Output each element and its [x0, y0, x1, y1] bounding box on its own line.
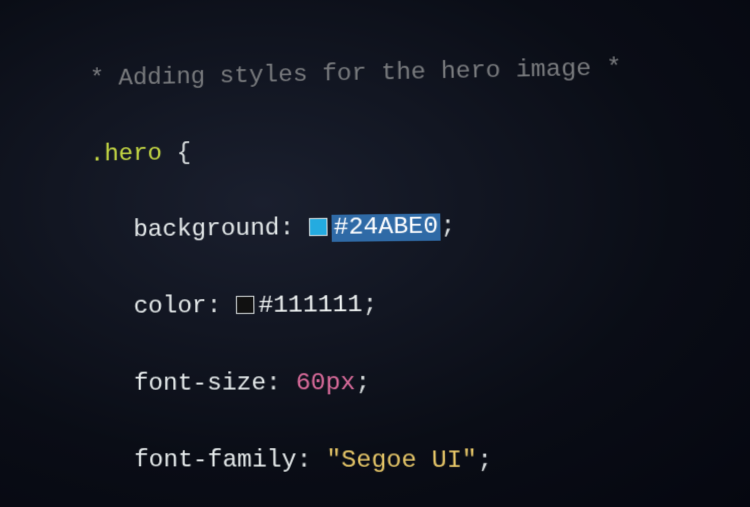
css-unit: px	[325, 369, 355, 396]
code-line-color: color: #111111;	[90, 283, 750, 327]
code-line-fontsize: font-size: 60px;	[90, 363, 750, 404]
css-number: 60	[296, 370, 326, 397]
code-line-selector: .hero {	[90, 126, 750, 175]
color-swatch-icon	[236, 296, 255, 314]
css-prop-fontsize: font-size	[134, 370, 266, 398]
css-selector-hero: .hero	[90, 141, 162, 169]
css-string: "Segoe UI"	[326, 448, 477, 476]
code-line-comment: * Adding styles for the hero image *	[90, 47, 750, 99]
semicolon: ;	[440, 213, 455, 240]
code-line-fontfamily: font-family: "Segoe UI";	[90, 442, 750, 483]
colon: :	[207, 293, 222, 320]
brace-open: {	[177, 140, 192, 167]
code-line-background: background: #24ABE0;	[90, 204, 750, 251]
colon: :	[279, 215, 294, 242]
semicolon: ;	[477, 448, 493, 476]
css-prop-fontfamily: font-family	[134, 447, 297, 475]
color-swatch-icon	[309, 218, 328, 236]
colon: :	[296, 448, 311, 476]
semicolon: ;	[362, 292, 377, 319]
code-editor[interactable]: * Adding styles for the hero image * .he…	[0, 0, 750, 507]
css-prop-color: color	[134, 293, 207, 321]
css-hex-selected[interactable]: #24ABE0	[332, 213, 441, 241]
css-comment: * Adding styles for the hero image *	[90, 56, 622, 94]
colon: :	[266, 370, 281, 397]
css-prop-background: background	[133, 215, 279, 244]
semicolon: ;	[355, 369, 370, 396]
css-hex: #111111	[258, 292, 362, 320]
